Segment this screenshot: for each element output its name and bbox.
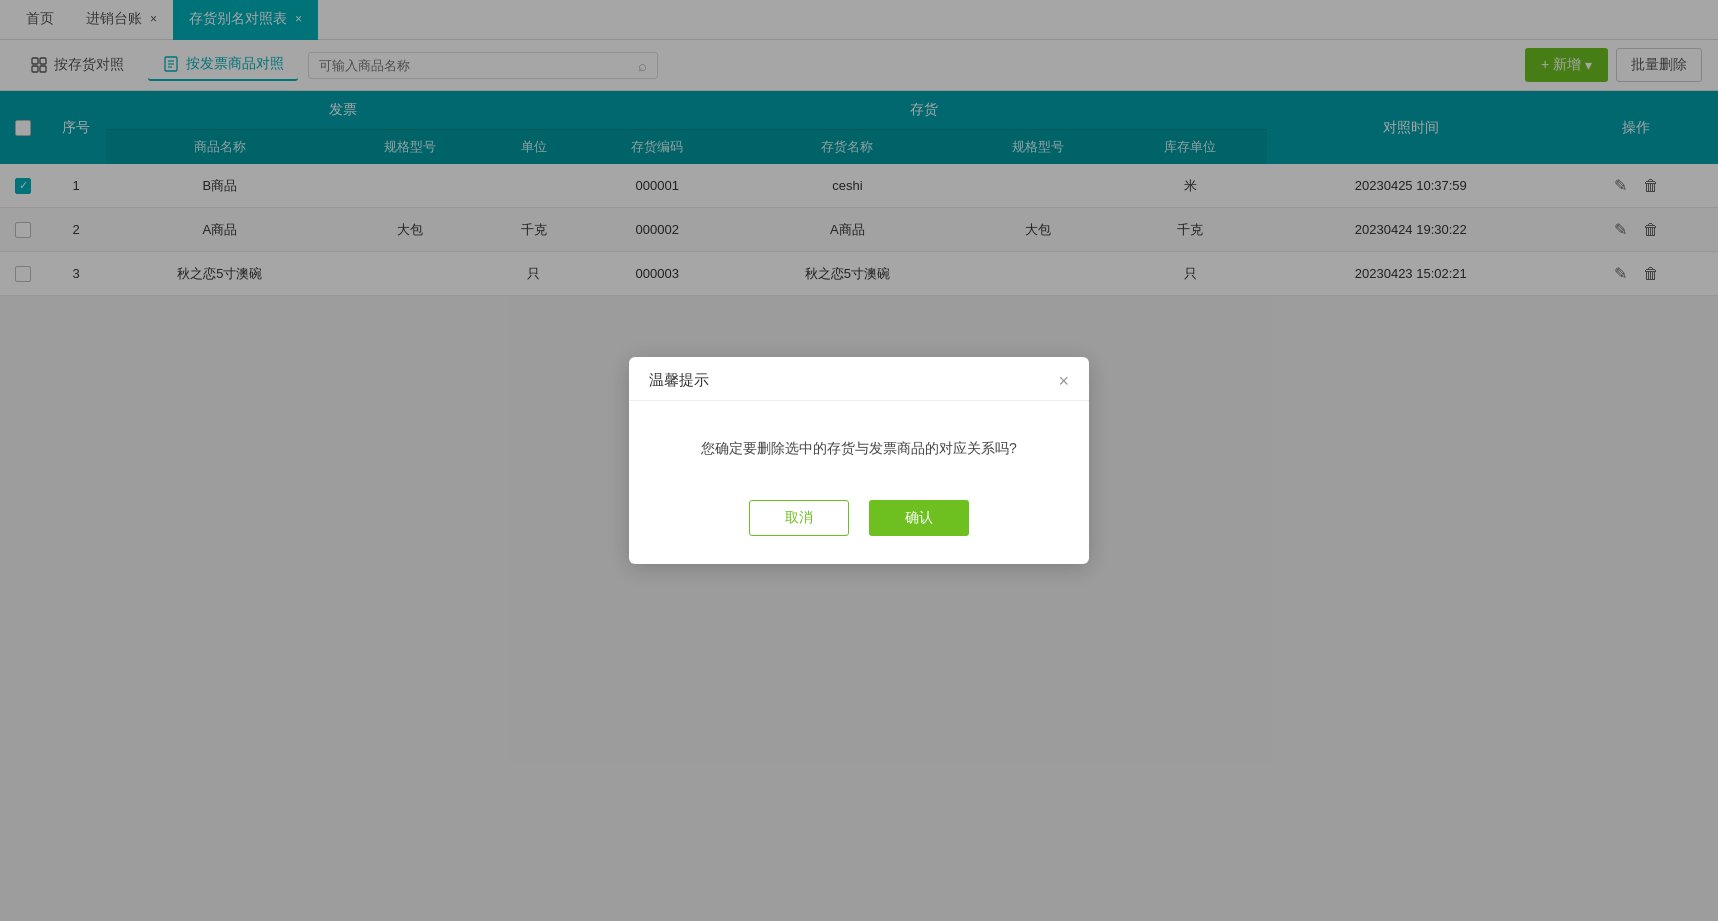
dialog-overlay: 温馨提示 × 您确定要删除选中的存货与发票商品的对应关系吗? 取消 确认 <box>0 0 1718 296</box>
